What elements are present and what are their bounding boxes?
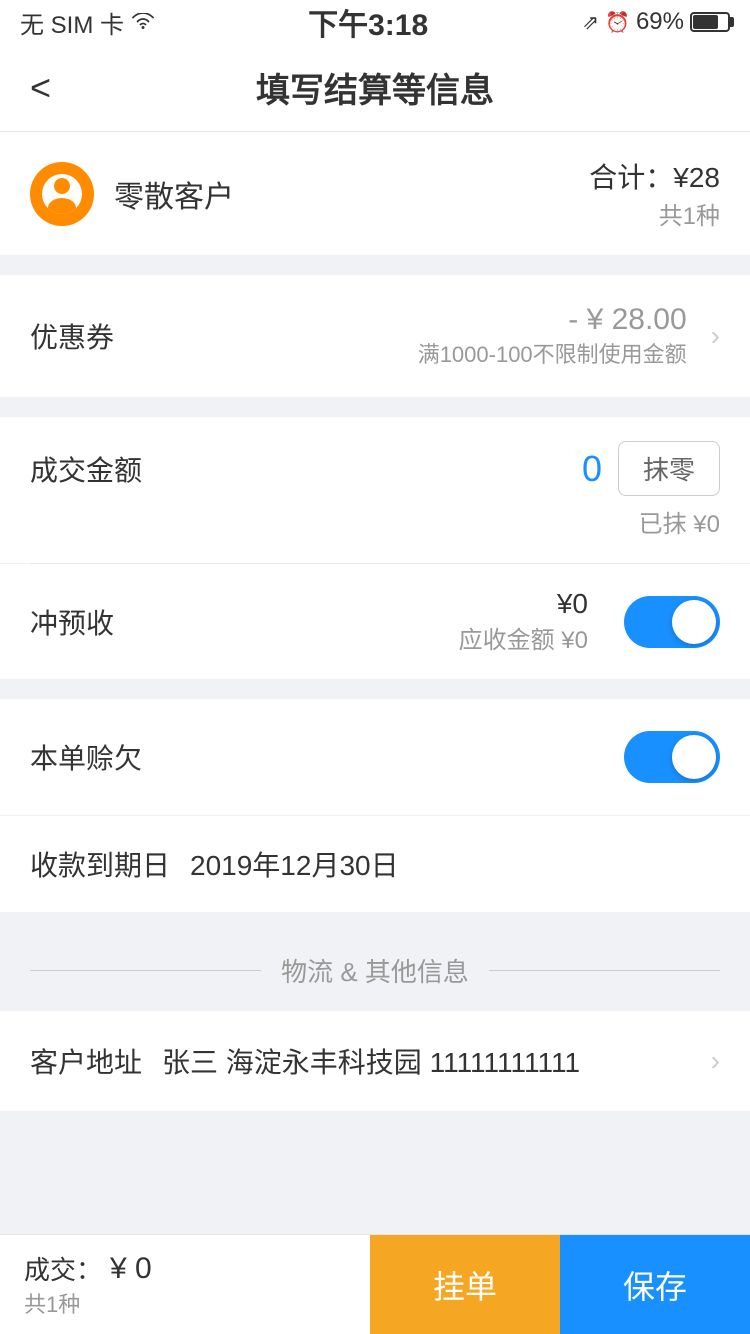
address-label: 客户地址 (30, 1041, 142, 1081)
alarm-icon: ⏰ (605, 10, 630, 35)
debit-toggle[interactable] (624, 731, 720, 783)
bottom-deal-row: 成交： ¥ 0 (24, 1250, 346, 1287)
precollect-toggle[interactable] (624, 596, 720, 648)
bottom-deal-value: ¥ 0 (110, 1252, 152, 1286)
nav-bar: < 填写结算等信息 (0, 44, 750, 132)
due-date-value: 2019年12月30日 (190, 844, 399, 884)
carrier-label: 无 SIM 卡 (20, 5, 124, 40)
precollect-main-amount: ¥0 (459, 588, 588, 620)
deal-amount-value: 0 (582, 448, 602, 490)
logistics-line-right (489, 970, 720, 971)
address-row[interactable]: 客户地址 张三 海淀永丰科技园 11111111111 › (0, 1011, 750, 1111)
divider-4 (0, 912, 750, 932)
due-date-row: 收款到期日 2019年12月30日 (0, 815, 750, 912)
deal-amount-label: 成交金额 (30, 449, 142, 489)
precollect-section: 冲预收 ¥0 应收金额 ¥0 (0, 564, 750, 679)
status-time: 下午3:18 (308, 0, 428, 44)
address-value: 张三 海淀永丰科技园 11111111111 (162, 1041, 683, 1081)
debit-toggle-knob (672, 735, 716, 779)
wifi-icon (132, 8, 154, 36)
save-label: 保存 (623, 1262, 687, 1308)
precollect-row: 冲预收 ¥0 应收金额 ¥0 (30, 588, 720, 655)
hang-label: 挂单 (433, 1262, 497, 1308)
total-count: 共1种 (589, 196, 720, 231)
precollect-amounts: ¥0 应收金额 ¥0 (459, 588, 588, 655)
total-label: 合计：¥28 (589, 156, 720, 196)
location-icon: ⇗ (582, 10, 599, 35)
divider-2 (0, 397, 750, 417)
logistics-label: 物流 & 其他信息 (281, 952, 469, 989)
status-right: ⇗ ⏰ 69% (582, 8, 730, 36)
battery-percentage: 69% (636, 8, 684, 36)
bottom-deal-label: 成交： (24, 1250, 102, 1287)
precollect-sub-amount: 应收金额 ¥0 (459, 620, 588, 655)
back-button[interactable]: < (30, 67, 51, 109)
save-button[interactable]: 保存 (560, 1235, 750, 1334)
coupon-label: 优惠券 (30, 316, 114, 356)
bottom-count: 共1种 (24, 1287, 346, 1319)
bottom-bar: 成交： ¥ 0 共1种 挂单 保存 (0, 1234, 750, 1334)
round-button[interactable]: 抹零 (618, 441, 720, 496)
status-left: 无 SIM 卡 (20, 5, 154, 40)
customer-name: 零散客户 (114, 172, 234, 216)
precollect-right: ¥0 应收金额 ¥0 (459, 588, 720, 655)
page-title: 填写结算等信息 (256, 63, 494, 112)
precollect-label: 冲预收 (30, 602, 114, 642)
coupon-discount: - ¥ 28.00 (418, 303, 687, 337)
deal-amount-right: 0 抹零 (582, 441, 720, 496)
coupon-right: - ¥ 28.00 满1000-100不限制使用金额 › (418, 303, 720, 369)
divider-1 (0, 255, 750, 275)
avatar-icon (42, 174, 82, 214)
coupon-value-wrapper: - ¥ 28.00 满1000-100不限制使用金额 (418, 303, 687, 369)
deal-amount-row: 成交金额 0 抹零 (30, 441, 720, 496)
avatar (30, 162, 94, 226)
customer-right: 合计：¥28 共1种 (589, 156, 720, 231)
content: 零散客户 合计：¥28 共1种 优惠券 - ¥ 28.00 满1000-100不… (0, 132, 750, 1231)
deal-amount-sub: 已抹 ¥0 (30, 504, 720, 539)
due-date-label: 收款到期日 (30, 844, 170, 884)
chevron-right-icon: › (711, 320, 720, 352)
toggle-knob (672, 600, 716, 644)
coupon-row[interactable]: 优惠券 - ¥ 28.00 满1000-100不限制使用金额 › (0, 275, 750, 397)
hang-button[interactable]: 挂单 (370, 1235, 560, 1334)
logistics-section: 物流 & 其他信息 (0, 932, 750, 1009)
debit-section: 本单赊欠 (0, 699, 750, 815)
status-bar: 无 SIM 卡 下午3:18 ⇗ ⏰ 69% (0, 0, 750, 44)
bottom-summary: 成交： ¥ 0 共1种 (0, 1235, 370, 1334)
customer-row: 零散客户 合计：¥28 共1种 (0, 132, 750, 255)
battery-icon (690, 12, 730, 32)
coupon-desc: 满1000-100不限制使用金额 (418, 337, 687, 369)
deal-amount-section: 成交金额 0 抹零 已抹 ¥0 (0, 417, 750, 563)
customer-left: 零散客户 (30, 162, 234, 226)
address-chevron-icon: › (711, 1045, 720, 1077)
debit-label: 本单赊欠 (30, 737, 142, 777)
logistics-line-left (30, 970, 261, 971)
divider-3 (0, 679, 750, 699)
